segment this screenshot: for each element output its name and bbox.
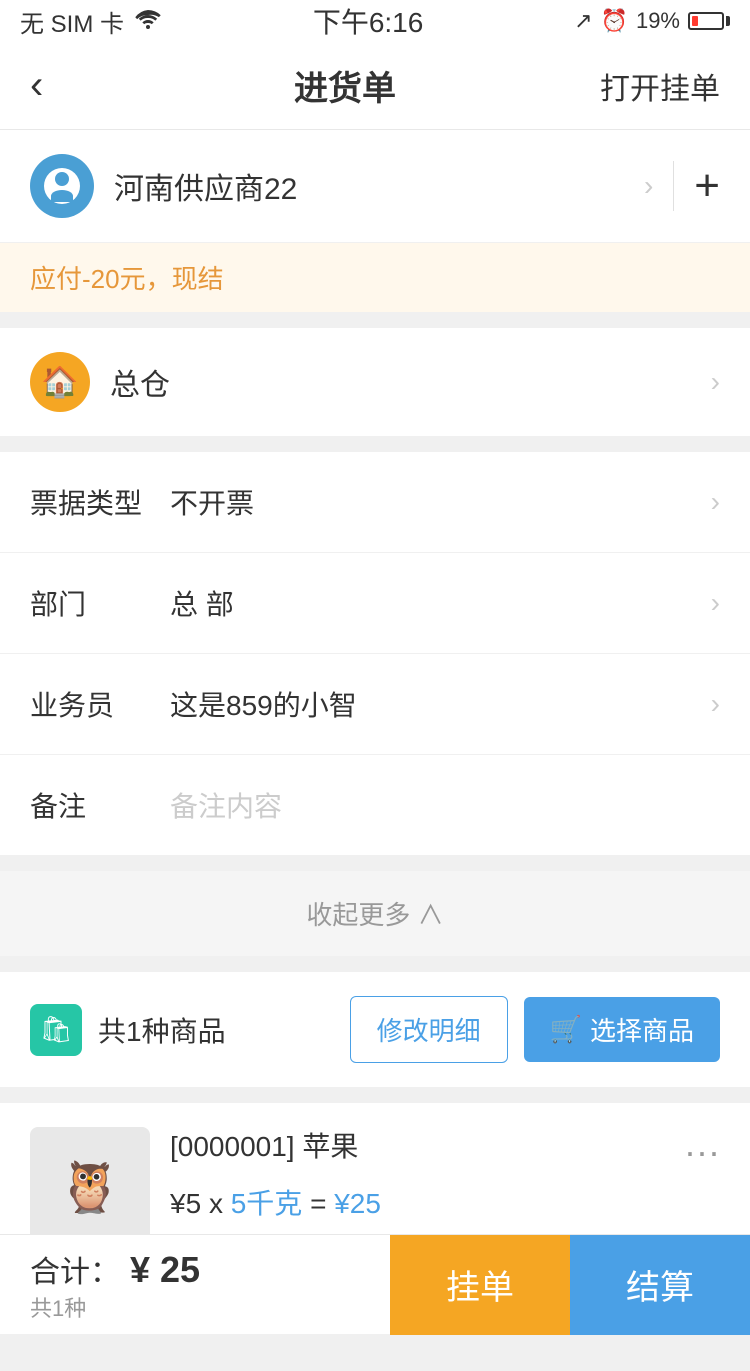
- open-hang-button[interactable]: 打开挂单: [600, 64, 720, 108]
- supplier-chevron-icon: ›: [644, 170, 653, 202]
- warehouse-chevron-icon: ›: [711, 366, 720, 398]
- supplier-row[interactable]: 河南供应商22 › +: [0, 130, 750, 243]
- remark-row[interactable]: 备注 备注内容: [0, 755, 750, 855]
- staff-label: 业务员: [30, 684, 170, 724]
- warehouse-icon: 🏠: [30, 352, 90, 412]
- battery-icon: [688, 12, 730, 30]
- add-supplier-button[interactable]: +: [694, 164, 720, 208]
- product-total: ¥25: [334, 1188, 381, 1219]
- carrier-label: 无 SIM 卡: [20, 4, 124, 39]
- status-bar: 无 SIM 卡 下午6:16 ↗ ⏰ 19%: [0, 0, 750, 42]
- owl-icon: 🦉: [59, 1158, 121, 1217]
- cart-icon: 🛒: [550, 1014, 582, 1045]
- product-name: [0000001] 苹果: [170, 1127, 664, 1166]
- divider: [673, 161, 674, 211]
- checkout-button[interactable]: 结算: [570, 1235, 750, 1335]
- product-more-button[interactable]: ···: [684, 1131, 720, 1173]
- supplier-name: 河南供应商22: [114, 164, 644, 208]
- bottom-bar: 合计： ¥ 25 共1种 挂单 结算: [0, 1234, 750, 1334]
- hang-button[interactable]: 挂单: [390, 1235, 570, 1335]
- remark-input[interactable]: 备注内容: [170, 785, 720, 825]
- product-header: 🛍 共1种商品 修改明细 🛒 选择商品: [0, 972, 750, 1087]
- dept-chevron-icon: ›: [711, 587, 720, 619]
- select-product-button[interactable]: 🛒 选择商品: [524, 997, 720, 1062]
- product-section-icon: 🛍: [30, 1004, 82, 1056]
- supplier-notice: 应付-20元，现结: [0, 243, 750, 312]
- invoice-chevron-icon: ›: [711, 486, 720, 518]
- content: 河南供应商22 › + 应付-20元，现结 🏠 总仓 › 票据类型 不开票 › …: [0, 130, 750, 1371]
- invoice-row[interactable]: 票据类型 不开票 ›: [0, 452, 750, 553]
- alarm-icon: ⏰: [601, 8, 628, 34]
- collapse-label: 收起更多 ∧: [306, 900, 443, 930]
- shopping-bag-icon: 🛍: [39, 1014, 72, 1045]
- product-count-label: 共1种商品: [98, 1010, 350, 1050]
- house-icon: 🏠: [41, 365, 78, 400]
- total-label: 合计：: [30, 1247, 120, 1291]
- product-code: [0000001]: [170, 1131, 295, 1162]
- total-sub-count: 共1种: [30, 1291, 360, 1323]
- page-title: 进货单: [294, 61, 396, 110]
- nav-bar: ‹ 进货单 打开挂单: [0, 42, 750, 130]
- total-section: 合计： ¥ 25 共1种: [0, 1247, 390, 1323]
- product-info: [0000001] 苹果 ¥5 x 5千克 = ¥25: [170, 1127, 664, 1222]
- invoice-value: 不开票: [170, 482, 711, 522]
- supplier-avatar: [30, 154, 94, 218]
- dept-row[interactable]: 部门 总 部 ›: [0, 553, 750, 654]
- status-right: ↗ ⏰ 19%: [574, 8, 730, 34]
- location-icon: ↗: [574, 8, 592, 34]
- warehouse-name: 总仓: [110, 360, 711, 404]
- form-card: 票据类型 不开票 › 部门 总 部 › 业务员 这是859的小智 › 备注 备注…: [0, 452, 750, 855]
- dept-label: 部门: [30, 583, 170, 623]
- supplier-card: 河南供应商22 › + 应付-20元，现结: [0, 130, 750, 312]
- staff-chevron-icon: ›: [711, 688, 720, 720]
- status-left: 无 SIM 卡: [20, 4, 162, 39]
- remark-label: 备注: [30, 785, 170, 825]
- select-product-label: 选择商品: [590, 1011, 694, 1048]
- product-unit-price: ¥5: [170, 1188, 201, 1219]
- product-quantity: 5千克: [231, 1188, 303, 1219]
- edit-detail-button[interactable]: 修改明细: [350, 996, 508, 1063]
- staff-value: 这是859的小智: [170, 684, 711, 724]
- product-title: 苹果: [302, 1131, 358, 1162]
- status-time: 下午6:16: [313, 1, 424, 41]
- avatar-person-icon: [44, 168, 80, 204]
- total-amount: ¥ 25: [130, 1249, 200, 1291]
- collapse-row[interactable]: 收起更多 ∧: [0, 871, 750, 956]
- wifi-icon: [134, 7, 162, 36]
- warehouse-card[interactable]: 🏠 总仓 ›: [0, 328, 750, 436]
- dept-value: 总 部: [170, 583, 711, 623]
- total-main: 合计： ¥ 25: [30, 1247, 360, 1291]
- price-equals: =: [310, 1188, 334, 1219]
- section-gap: [0, 956, 750, 972]
- battery-percent: 19%: [636, 8, 680, 34]
- staff-row[interactable]: 业务员 这是859的小智 ›: [0, 654, 750, 755]
- price-multiply: x: [209, 1188, 231, 1219]
- back-button[interactable]: ‹: [30, 63, 90, 108]
- invoice-label: 票据类型: [30, 482, 170, 522]
- product-thumbnail: 🦉: [30, 1127, 150, 1247]
- product-price: ¥5 x 5千克 = ¥25: [170, 1182, 664, 1222]
